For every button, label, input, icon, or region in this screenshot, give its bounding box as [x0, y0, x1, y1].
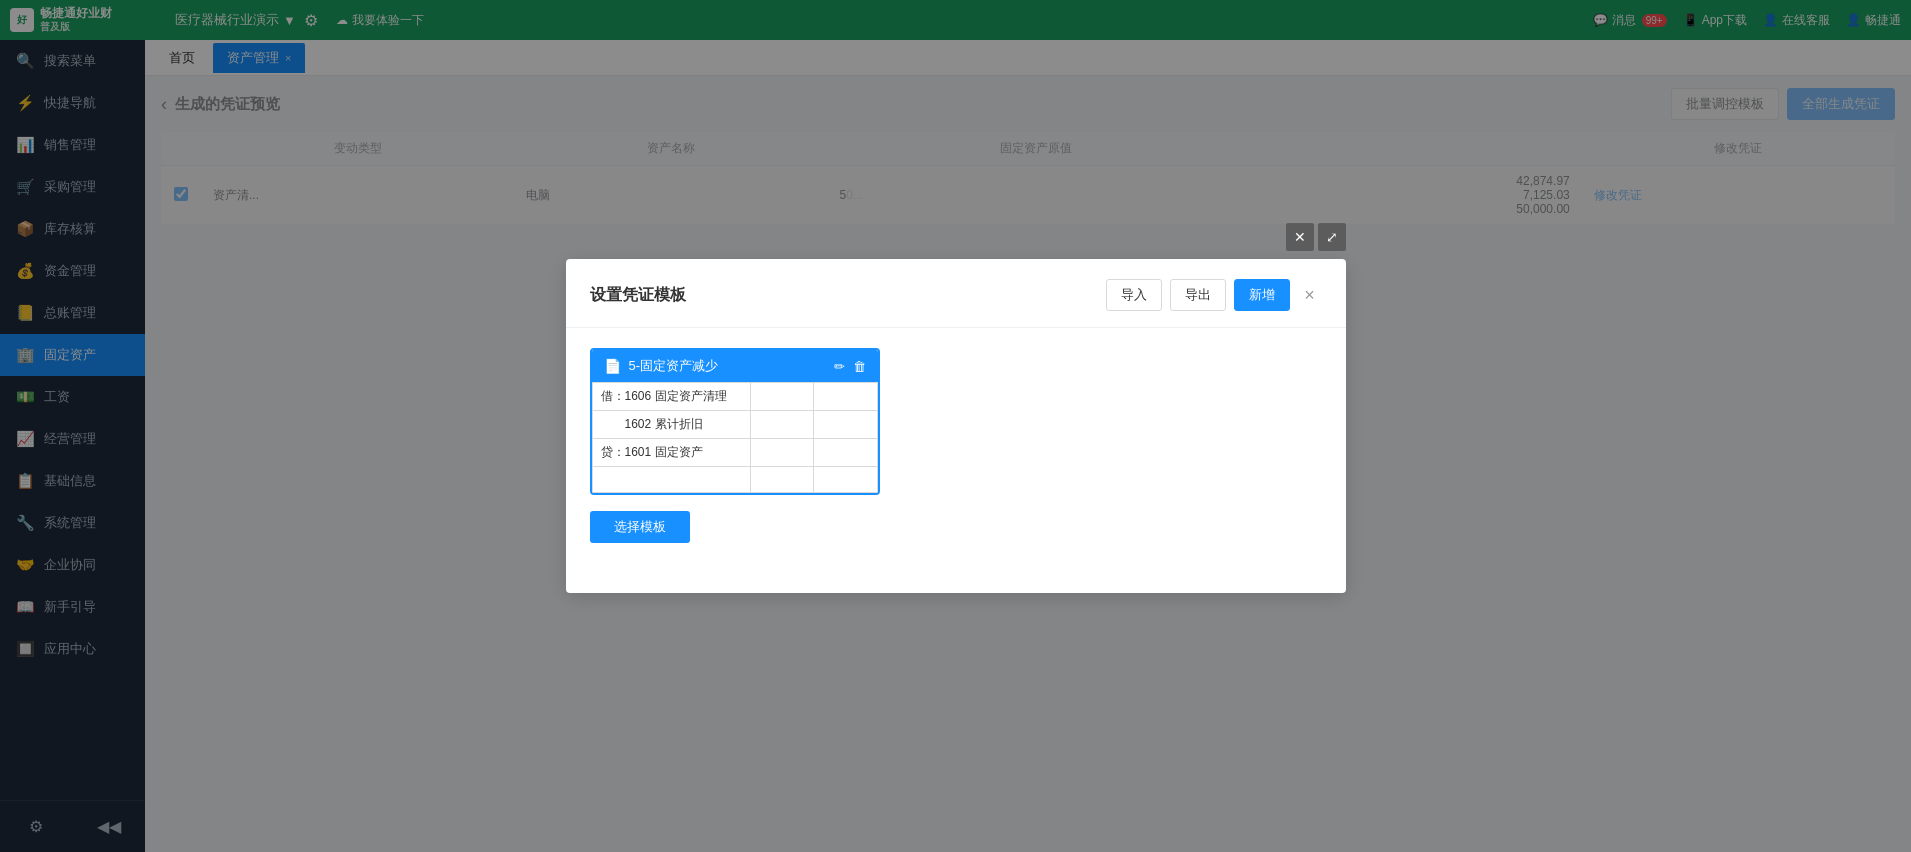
dialog-action-buttons: 导入 导出 新增	[1106, 279, 1290, 311]
template-card-header: 📄 5-固定资产减少 ✏ 🗑	[592, 350, 878, 382]
dialog-title: 设置凭证模板	[590, 285, 686, 306]
entry-credit-4	[814, 467, 877, 493]
voucher-template-dialog: ✕ ⤢ 设置凭证模板 导入 导出 新增 × 📄 5-固定资产减少	[566, 259, 1346, 593]
template-entry-row: 贷：1601 固定资产	[592, 439, 877, 467]
window-expand-button[interactable]: ⤢	[1318, 223, 1346, 251]
entry-debit-1	[750, 383, 813, 411]
dialog-header: 设置凭证模板 导入 导出 新增 ×	[566, 259, 1346, 328]
entry-account-4	[592, 467, 750, 493]
entry-account-1: 借：1606 固定资产清理	[592, 383, 750, 411]
entry-debit-2	[750, 411, 813, 439]
select-template-button[interactable]: 选择模板	[590, 511, 690, 543]
template-entry-row	[592, 467, 877, 493]
window-controls: ✕ ⤢	[1286, 223, 1346, 251]
window-close-button[interactable]: ✕	[1286, 223, 1314, 251]
entry-debit-4	[750, 467, 813, 493]
dialog-body: 📄 5-固定资产减少 ✏ 🗑 借：1606 固定资产清理	[566, 328, 1346, 563]
export-button[interactable]: 导出	[1170, 279, 1226, 311]
entry-debit-3	[750, 439, 813, 467]
template-delete-icon[interactable]: 🗑	[853, 359, 866, 374]
template-card-title: 5-固定资产减少	[629, 357, 826, 375]
import-button[interactable]: 导入	[1106, 279, 1162, 311]
template-edit-icon[interactable]: ✏	[834, 359, 845, 374]
new-button[interactable]: 新增	[1234, 279, 1290, 311]
entry-account-3: 贷：1601 固定资产	[592, 439, 750, 467]
template-card: 📄 5-固定资产减少 ✏ 🗑 借：1606 固定资产清理	[590, 348, 880, 495]
entry-credit-3	[814, 439, 877, 467]
dialog-header-actions: 导入 导出 新增 ×	[1106, 279, 1322, 311]
modal-overlay[interactable]: ✕ ⤢ 设置凭证模板 导入 导出 新增 × 📄 5-固定资产减少	[0, 0, 1911, 852]
template-card-actions: ✏ 🗑	[834, 359, 866, 374]
dialog-close-button[interactable]: ×	[1298, 283, 1322, 307]
entry-credit-1	[814, 383, 877, 411]
template-doc-icon: 📄	[604, 358, 621, 374]
entry-credit-2	[814, 411, 877, 439]
template-entry-row: 1602 累计折旧	[592, 411, 877, 439]
template-entries-table: 借：1606 固定资产清理 1602 累计折旧 贷：1601 固定资产	[592, 382, 878, 493]
entry-account-2: 1602 累计折旧	[592, 411, 750, 439]
template-entry-row: 借：1606 固定资产清理	[592, 383, 877, 411]
